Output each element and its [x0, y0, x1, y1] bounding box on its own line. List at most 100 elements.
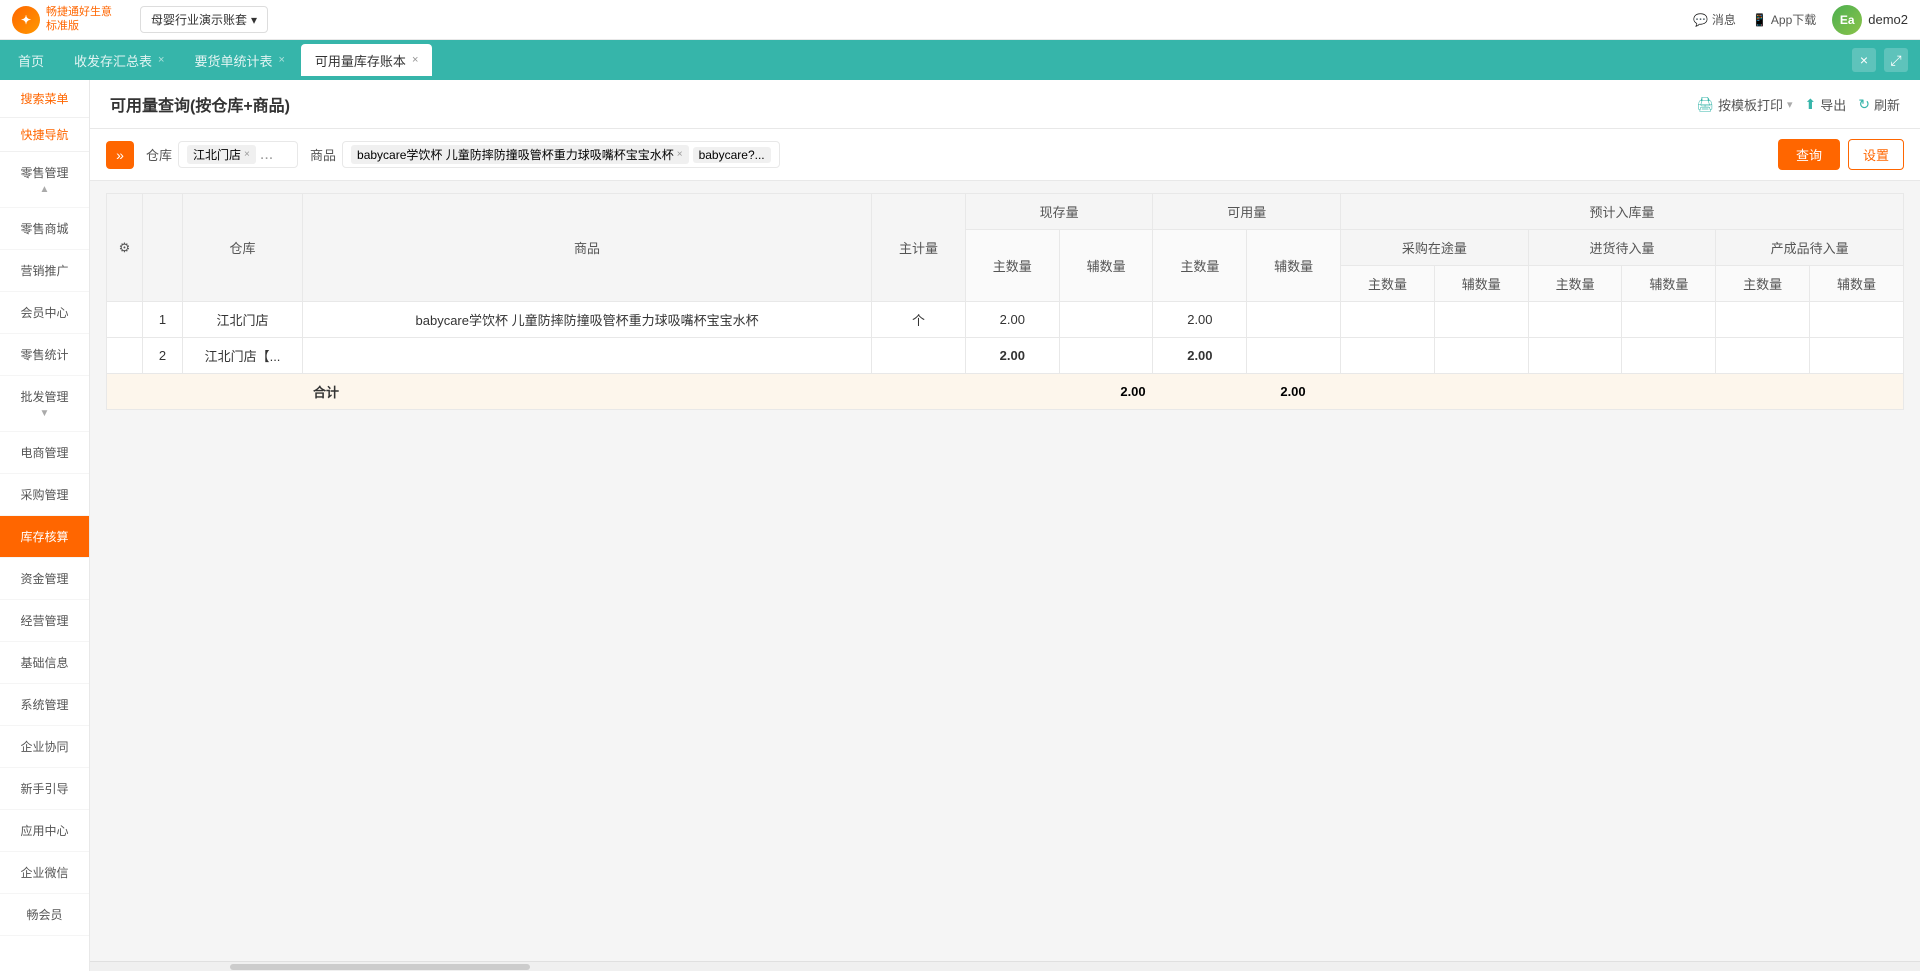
print-template-button[interactable]: 🖨 按模板打印 ▾: [1696, 95, 1792, 114]
row1-settings: [107, 302, 143, 338]
tab-order-stats-close[interactable]: ×: [278, 54, 284, 66]
horizontal-scrollbar[interactable]: [90, 961, 1920, 971]
sidebar-search[interactable]: 搜索菜单: [0, 80, 89, 118]
export-button[interactable]: ⬆ 导出: [1805, 95, 1847, 114]
row2-arrival-sub: [1622, 338, 1716, 374]
sidebar-item-retail-mall[interactable]: 零售商城: [0, 208, 89, 250]
row2-warehouse: 江北门店【...: [183, 338, 303, 374]
product-col-header: 商品: [303, 194, 872, 302]
user-name: demo2: [1868, 12, 1908, 27]
sidebar-item-operations[interactable]: 经营管理: [0, 600, 89, 642]
chevron-icon: ▼: [40, 408, 50, 419]
total-label: 合计: [313, 382, 1093, 401]
tab-home[interactable]: 首页: [4, 44, 58, 76]
sidebar-item-enterprise-collab[interactable]: 企业协同: [0, 726, 89, 768]
sidebar-item-inventory[interactable]: 库存核算: [0, 516, 89, 558]
stock-main-qty-header: 主数量: [965, 230, 1059, 302]
logo-area: ✦ 畅捷通好生意 标准版: [12, 6, 112, 34]
tab-receipts[interactable]: 收发存汇总表 ×: [60, 44, 178, 76]
content-area: 可用量查询(按仓库+商品) 🖨 按模板打印 ▾ ⬆ 导出 ↻ 刷新: [90, 80, 1920, 971]
sidebar-item-enterprise-wechat[interactable]: 企业微信: [0, 852, 89, 894]
sidebar-quick-nav[interactable]: 快捷导航: [0, 118, 89, 152]
row1-unit: 个: [872, 302, 966, 338]
production-main-qty-header: 主数量: [1716, 266, 1810, 302]
avatar: Ea: [1832, 5, 1862, 35]
page-title: 可用量查询(按仓库+商品): [110, 92, 290, 116]
row1-avail-sub: [1247, 302, 1341, 338]
tab-restore-button[interactable]: ⤢: [1884, 48, 1908, 72]
total-stock-main: 2.00: [1093, 384, 1173, 399]
sidebar-item-new-guide[interactable]: 新手引导: [0, 768, 89, 810]
settings-button[interactable]: 设置: [1848, 139, 1904, 170]
tab-available-stock-close[interactable]: ×: [412, 54, 418, 66]
warehouse-col-header: 仓库: [183, 194, 303, 302]
sidebar-item-retail-mgmt[interactable]: 零售管理 ▲: [0, 152, 89, 208]
table-row: 1 江北门店 babycare学饮杯 儿童防摔防撞吸管杯重力球吸嘴杯宝宝水杯 个…: [107, 302, 1904, 338]
row1-stock-main: 2.00: [965, 302, 1059, 338]
num-col-header: [143, 194, 183, 302]
logo-text: 畅捷通好生意 标准版: [46, 6, 112, 32]
warehouse-tag-close[interactable]: ×: [244, 149, 250, 160]
main-layout: 搜索菜单 快捷导航 零售管理 ▲ 零售商城 营销推广 会员中心 零售统计 批发管…: [0, 80, 1920, 971]
product-tag-1-close[interactable]: ×: [677, 149, 683, 160]
sidebar-item-wholesale[interactable]: 批发管理 ▼: [0, 376, 89, 432]
sidebar-item-retail-stats[interactable]: 零售统计: [0, 334, 89, 376]
stock-group-header: 现存量: [965, 194, 1153, 230]
arrival-main-qty-header: 主数量: [1528, 266, 1622, 302]
sidebar-item-purchase[interactable]: 采购管理: [0, 474, 89, 516]
warehouse-filter: 仓库 江北门店 × ...: [146, 141, 298, 168]
arrival-pending-header: 进货待入量: [1528, 230, 1716, 266]
message-button[interactable]: 💬 消息: [1693, 11, 1736, 28]
row2-avail-sub: [1247, 338, 1341, 374]
warehouse-ellipsis[interactable]: ...: [260, 146, 273, 164]
sidebar-item-marketing[interactable]: 营销推广: [0, 250, 89, 292]
row2-production-sub: [1810, 338, 1904, 374]
tab-close-all-button[interactable]: ×: [1852, 48, 1876, 72]
sidebar-item-finance[interactable]: 资金管理: [0, 558, 89, 600]
app-download-button[interactable]: 📱 App下载: [1752, 11, 1816, 28]
row1-product: babycare学饮杯 儿童防摔防撞吸管杯重力球吸嘴杯宝宝水杯: [303, 302, 872, 338]
row1-arrival-main: [1528, 302, 1622, 338]
tab-order-stats[interactable]: 要货单统计表 ×: [180, 44, 298, 76]
sidebar-item-app-center[interactable]: 应用中心: [0, 810, 89, 852]
total-avail-main: 2.00: [1253, 384, 1333, 399]
sidebar-item-basic-info[interactable]: 基础信息: [0, 642, 89, 684]
tab-receipts-close[interactable]: ×: [158, 54, 164, 66]
sidebar-item-member[interactable]: 会员中心: [0, 292, 89, 334]
sidebar-item-vip[interactable]: 畅会员: [0, 894, 89, 936]
top-bar-right: 💬 消息 📱 App下载 Ea demo2: [1693, 5, 1908, 35]
planned-group-header: 预计入库量: [1341, 194, 1904, 230]
query-button[interactable]: 查询: [1778, 139, 1840, 170]
production-sub-qty-header: 辅数量: [1810, 266, 1904, 302]
row2-arrival-main: [1528, 338, 1622, 374]
tab-available-stock[interactable]: 可用量库存账本 ×: [301, 44, 432, 76]
filter-expand-button[interactable]: »: [106, 141, 134, 169]
main-unit-col-header: 主计量: [872, 194, 966, 302]
refresh-icon: ↻: [1858, 96, 1870, 113]
available-main-qty-header: 主数量: [1153, 230, 1247, 302]
logo-icon: ✦: [12, 6, 40, 34]
scrollbar-thumb[interactable]: [230, 964, 530, 970]
sidebar-item-sys-mgmt[interactable]: 系统管理: [0, 684, 89, 726]
industry-selector[interactable]: 母婴行业演示账套 ▾: [140, 6, 268, 33]
row2-purchase-main: [1341, 338, 1435, 374]
product-filter: 商品 babycare学饮杯 儿童防摔防撞吸管杯重力球吸嘴杯宝宝水杯 × bab…: [310, 141, 780, 168]
chevron-down-icon: ▾: [1787, 98, 1793, 111]
product-label: 商品: [310, 145, 336, 164]
arrival-sub-qty-header: 辅数量: [1622, 266, 1716, 302]
product-tag-container[interactable]: babycare学饮杯 儿童防摔防撞吸管杯重力球吸嘴杯宝宝水杯 × babyca…: [342, 141, 780, 168]
table-container: ⚙ 仓库 商品 主计量 现存量 可用量 预计入库量 主数量 辅数量 主数量: [90, 181, 1920, 961]
row2-stock-main: 2.00: [965, 338, 1059, 374]
row2-purchase-sub: [1434, 338, 1528, 374]
sidebar-item-ecom[interactable]: 电商管理: [0, 432, 89, 474]
data-table: ⚙ 仓库 商品 主计量 现存量 可用量 预计入库量 主数量 辅数量 主数量: [106, 193, 1904, 374]
settings-col-header[interactable]: ⚙: [107, 194, 143, 302]
table-row: 2 江北门店【... 2.00 2.00: [107, 338, 1904, 374]
warehouse-tag-container[interactable]: 江北门店 × ...: [178, 141, 298, 168]
user-profile[interactable]: Ea demo2: [1832, 5, 1908, 35]
product-tag-1: babycare学饮杯 儿童防摔防撞吸管杯重力球吸嘴杯宝宝水杯 ×: [351, 145, 689, 164]
warehouse-label: 仓库: [146, 145, 172, 164]
chat-icon: 💬: [1693, 13, 1708, 27]
refresh-button[interactable]: ↻ 刷新: [1858, 95, 1900, 114]
production-pending-header: 产成品待入量: [1716, 230, 1904, 266]
